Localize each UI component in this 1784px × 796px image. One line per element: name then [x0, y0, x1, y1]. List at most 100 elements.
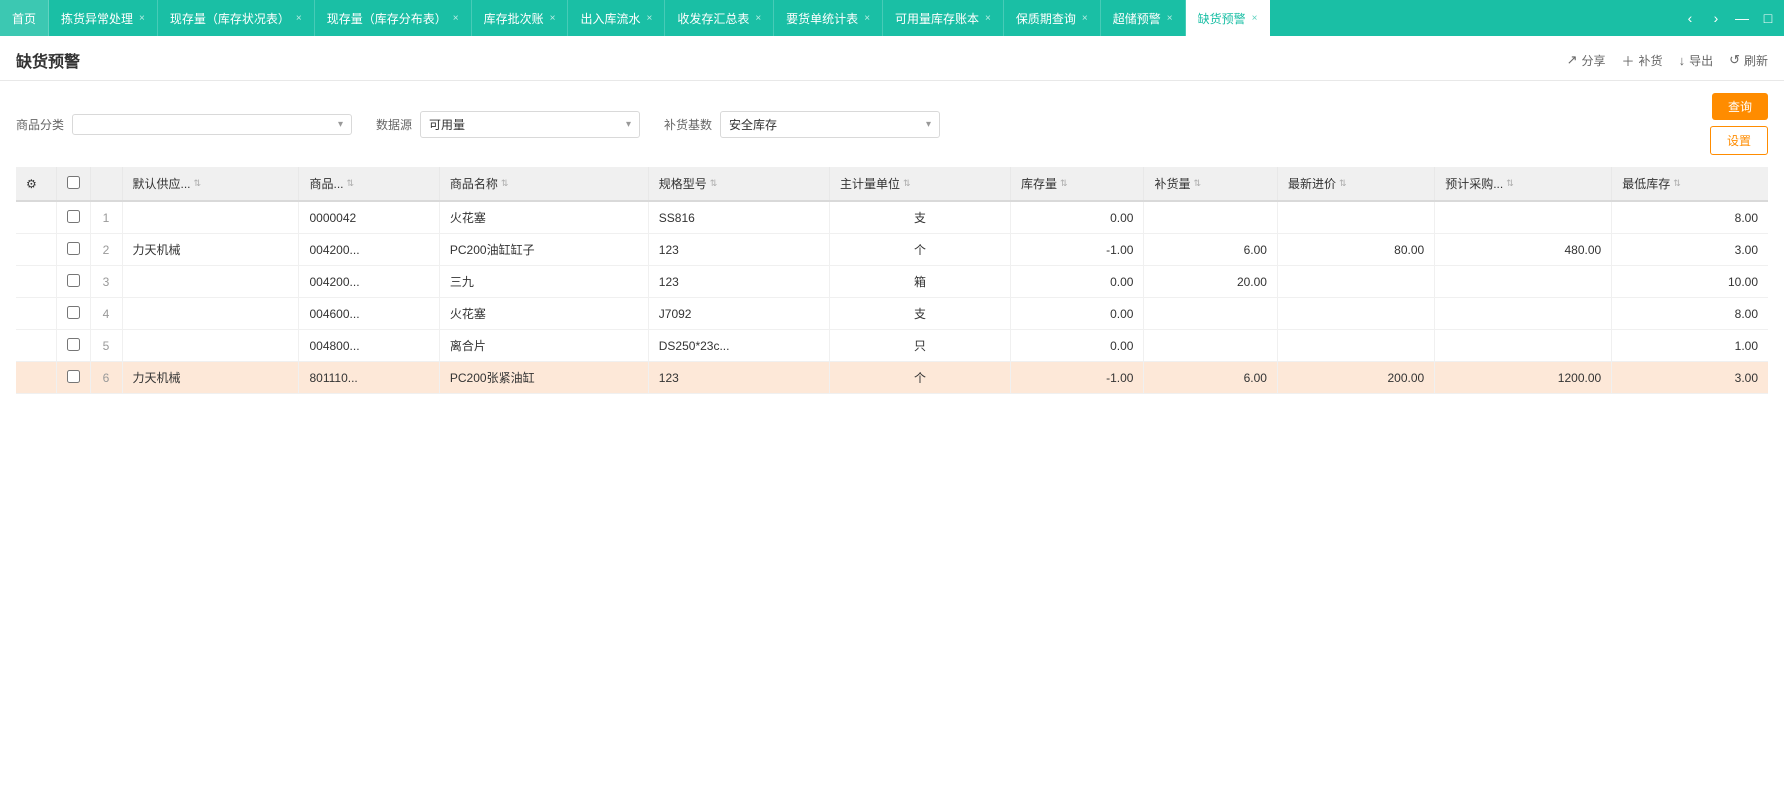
cell-default-supplier	[122, 330, 299, 362]
row-checkbox[interactable]	[67, 370, 80, 383]
close-tab-inout-flow-icon[interactable]: ×	[646, 13, 652, 24]
close-tab-defect-process-icon[interactable]: ×	[139, 13, 145, 24]
cell-product-name: 火花塞	[439, 298, 648, 330]
table-header-row: ⚙ 默认供应... ⇅ 商品...	[16, 167, 1768, 201]
close-tab-overstock-icon[interactable]: ×	[1167, 13, 1173, 24]
cell-replenish-qty: 6.00	[1144, 362, 1278, 394]
nav-next-btn[interactable]: ›	[1704, 6, 1728, 30]
cell-row-num: 3	[90, 266, 122, 298]
cell-product-name: PC200油缸缸子	[439, 234, 648, 266]
close-tab-inventory-status-icon[interactable]: ×	[296, 13, 302, 24]
nav-tab-order-stats[interactable]: 要货单统计表×	[774, 0, 883, 36]
select-all-checkbox[interactable]	[67, 176, 80, 189]
nav-tab-shortage[interactable]: 缺货预警×	[1186, 0, 1271, 36]
nav-maximize-btn[interactable]: □	[1756, 6, 1780, 30]
sort-name-icon: ⇅	[501, 178, 509, 189]
cell-settings	[16, 266, 56, 298]
nav-tab-receive-summary[interactable]: 收发存汇总表×	[665, 0, 774, 36]
sort-estimated-icon: ⇅	[1506, 178, 1514, 189]
th-unit-label: 主计量单位	[840, 175, 900, 192]
row-checkbox[interactable]	[67, 274, 80, 287]
nav-tab-expiry-query[interactable]: 保质期查询×	[1004, 0, 1101, 36]
close-tab-order-stats-icon[interactable]: ×	[864, 13, 870, 24]
cell-estimated-purchase	[1435, 201, 1612, 234]
replenish-button[interactable]: ＋ 补货	[1622, 51, 1663, 70]
th-row-num	[90, 167, 122, 201]
cell-checkbox[interactable]	[56, 266, 90, 298]
cell-settings	[16, 201, 56, 234]
row-checkbox[interactable]	[67, 306, 80, 319]
cell-spec-model: 123	[648, 362, 829, 394]
cell-checkbox[interactable]	[56, 234, 90, 266]
cell-estimated-purchase	[1435, 330, 1612, 362]
th-product-name-label: 商品名称	[450, 175, 498, 192]
cell-latest-price: 80.00	[1277, 234, 1434, 266]
close-tab-available-ledger-icon[interactable]: ×	[985, 13, 991, 24]
category-select[interactable]: ▾	[72, 114, 352, 135]
cell-row-num: 4	[90, 298, 122, 330]
sort-minstock-icon: ⇅	[1673, 178, 1681, 189]
cell-stock-qty: 0.00	[1010, 201, 1144, 234]
th-replenish-qty-label: 补货量	[1154, 175, 1190, 192]
nav-minimize-btn[interactable]: —	[1730, 6, 1754, 30]
th-min-stock[interactable]: 最低库存 ⇅	[1612, 167, 1768, 201]
nav-tab-available-ledger[interactable]: 可用量库存账本×	[883, 0, 1004, 36]
close-tab-expiry-query-icon[interactable]: ×	[1082, 13, 1088, 24]
filter-buttons: 查询 设置	[1710, 93, 1768, 155]
cell-spec-model: 123	[648, 234, 829, 266]
row-checkbox[interactable]	[67, 242, 80, 255]
cell-replenish-qty: 20.00	[1144, 266, 1278, 298]
close-tab-inventory-dist-icon[interactable]: ×	[453, 13, 459, 24]
export-button[interactable]: ↓ 导出	[1679, 52, 1714, 69]
th-estimated-purchase[interactable]: 预计采购... ⇅	[1435, 167, 1612, 201]
settings-gear-icon[interactable]: ⚙	[26, 177, 37, 191]
replenish-base-select[interactable]: 安全库存 ▾	[720, 111, 940, 138]
refresh-button[interactable]: ↺ 刷新	[1729, 52, 1768, 69]
cell-min-stock: 3.00	[1612, 362, 1768, 394]
th-stock-qty[interactable]: 库存量 ⇅	[1010, 167, 1144, 201]
cell-min-stock: 8.00	[1612, 201, 1768, 234]
row-checkbox[interactable]	[67, 210, 80, 223]
datasource-select[interactable]: 可用量 ▾	[420, 111, 640, 138]
nav-tab-batch-account[interactable]: 库存批次账×	[472, 0, 569, 36]
header-actions: ↗ 分享 ＋ 补货 ↓ 导出 ↺ 刷新	[1567, 51, 1768, 70]
cell-product-code: 004600...	[299, 298, 439, 330]
nav-tab-inventory-status[interactable]: 现存量（库存状况表）×	[158, 0, 315, 36]
nav-tab-inventory-dist[interactable]: 现存量（库存分布表）×	[315, 0, 472, 36]
nav-tab-inout-flow[interactable]: 出入库流水×	[568, 0, 665, 36]
cell-replenish-qty	[1144, 330, 1278, 362]
th-unit[interactable]: 主计量单位 ⇅	[830, 167, 1011, 201]
row-checkbox[interactable]	[67, 338, 80, 351]
th-replenish-qty[interactable]: 补货量 ⇅	[1144, 167, 1278, 201]
filter-area: 商品分类 ▾ 数据源 可用量 ▾ 补货基数 安全库存 ▾ 查询 设置	[0, 81, 1784, 167]
replenish-base-filter-group: 补货基数 安全库存 ▾	[664, 111, 940, 138]
th-spec-model[interactable]: 规格型号 ⇅	[648, 167, 829, 201]
nav-tab-home[interactable]: 首页	[0, 0, 49, 36]
th-latest-price[interactable]: 最新进价 ⇅	[1277, 167, 1434, 201]
cell-replenish-qty	[1144, 201, 1278, 234]
query-button[interactable]: 查询	[1712, 93, 1768, 120]
th-default-supplier[interactable]: 默认供应... ⇅	[122, 167, 299, 201]
cell-checkbox[interactable]	[56, 362, 90, 394]
replenish-base-value: 安全库存	[729, 116, 777, 133]
nav-tab-defect-process[interactable]: 拣货异常处理×	[49, 0, 158, 36]
nav-tab-overstock[interactable]: 超储预警×	[1101, 0, 1186, 36]
nav-prev-btn[interactable]: ‹	[1678, 6, 1702, 30]
cell-stock-qty: 0.00	[1010, 298, 1144, 330]
cell-estimated-purchase: 480.00	[1435, 234, 1612, 266]
close-tab-batch-account-icon[interactable]: ×	[550, 13, 556, 24]
th-product-name[interactable]: 商品名称 ⇅	[439, 167, 648, 201]
cell-checkbox[interactable]	[56, 298, 90, 330]
cell-unit: 支	[830, 201, 1011, 234]
th-product-code[interactable]: 商品... ⇅	[299, 167, 439, 201]
settings-button[interactable]: 设置	[1710, 126, 1768, 155]
close-tab-shortage-icon[interactable]: ×	[1252, 13, 1258, 24]
table-row: 6力天机械801110...PC200张紧油缸123个-1.006.00200.…	[16, 362, 1768, 394]
cell-checkbox[interactable]	[56, 201, 90, 234]
cell-stock-qty: -1.00	[1010, 234, 1144, 266]
cell-product-name: PC200张紧油缸	[439, 362, 648, 394]
close-tab-receive-summary-icon[interactable]: ×	[755, 13, 761, 24]
share-button[interactable]: ↗ 分享	[1567, 52, 1606, 69]
cell-checkbox[interactable]	[56, 330, 90, 362]
share-label: 分享	[1582, 52, 1606, 69]
